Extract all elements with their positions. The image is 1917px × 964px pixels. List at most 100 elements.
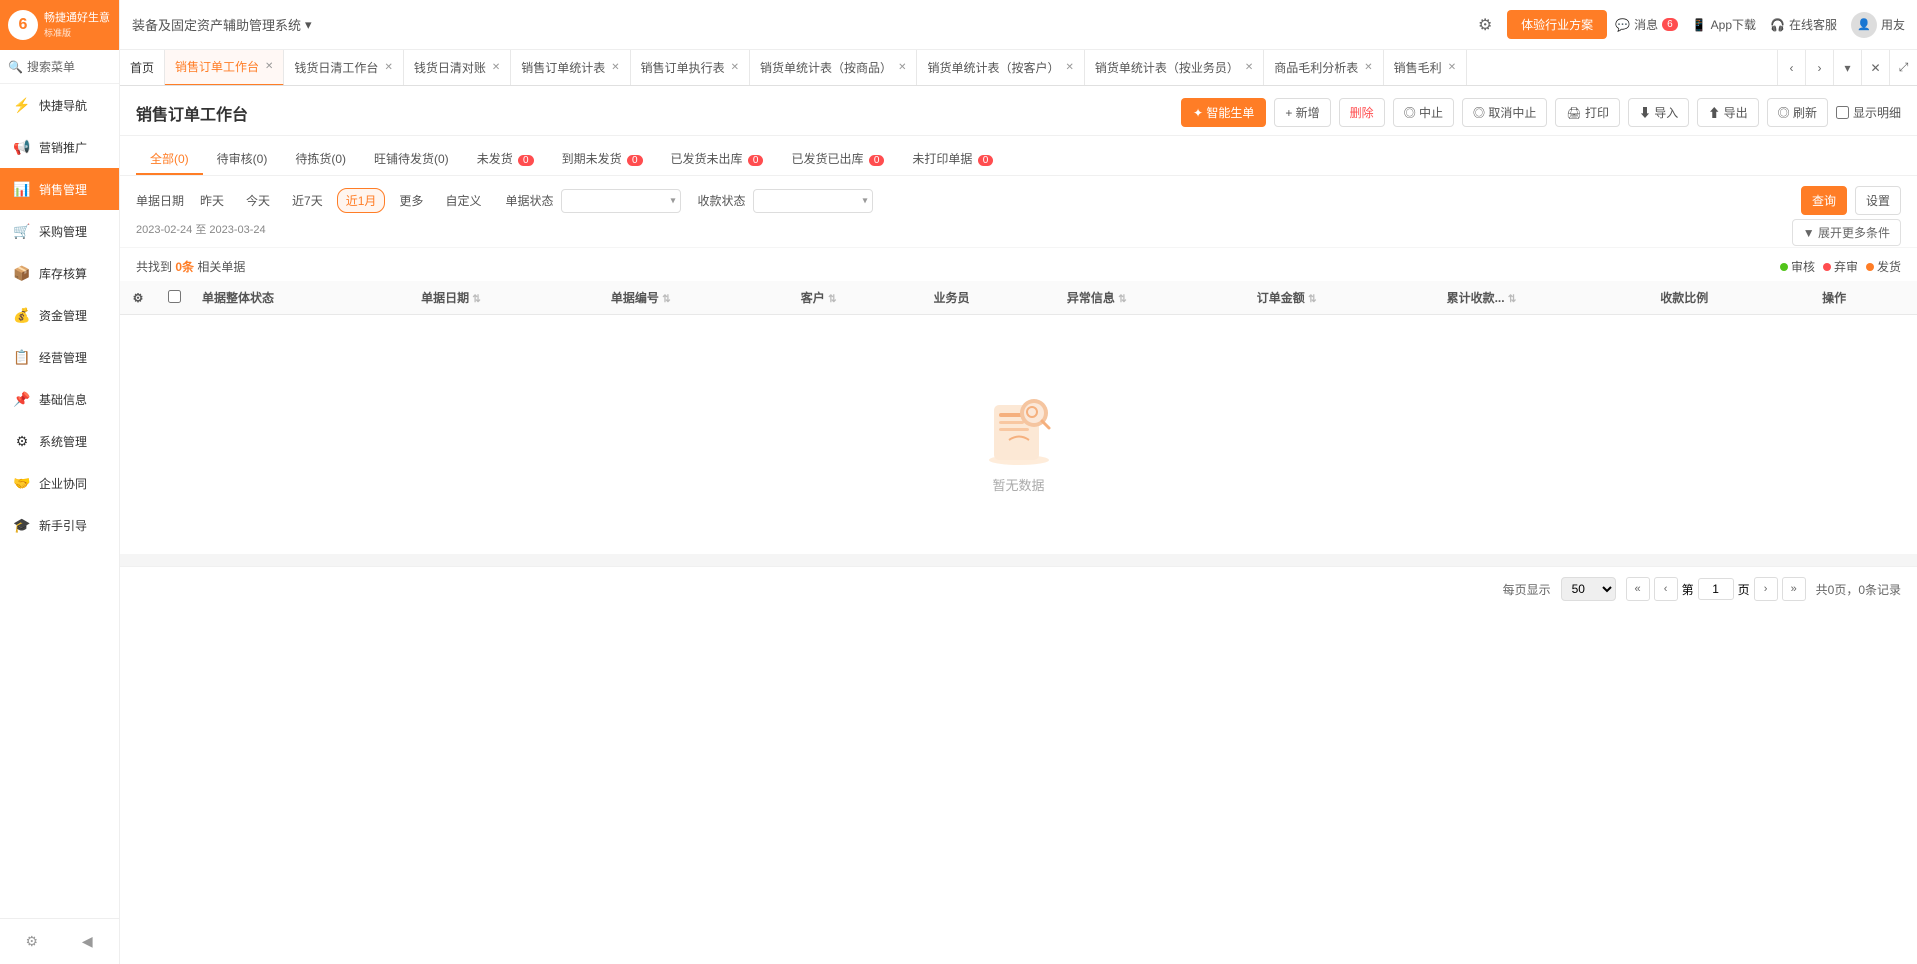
horizontal-scrollbar[interactable] xyxy=(120,554,1917,566)
sidebar-item-operation[interactable]: 📋 经营管理 xyxy=(0,336,119,378)
exception-sort-icon[interactable]: ⇅ xyxy=(1118,294,1126,305)
sidebar-item-basic-info[interactable]: 📌 基础信息 xyxy=(0,378,119,420)
sidebar-item-quicknav[interactable]: ⚡ 快捷导航 xyxy=(0,84,119,126)
sub-tab-pending-review[interactable]: 待审核(0) xyxy=(203,144,282,175)
amount-sort-icon[interactable]: ⇅ xyxy=(1308,294,1316,305)
cancel-stop-button[interactable]: ◎ 取消中止 xyxy=(1462,98,1547,127)
delete-button[interactable]: 删除 xyxy=(1339,98,1385,127)
page-size-select[interactable]: 50 20 100 xyxy=(1561,577,1616,601)
tab-gross-margin[interactable]: 商品毛利分析表 ✕ xyxy=(1264,50,1383,86)
message-button[interactable]: 💬 消息 6 xyxy=(1615,16,1678,33)
user-area[interactable]: 👤 用友 xyxy=(1851,12,1905,38)
filter-date-yesterday[interactable]: 昨天 xyxy=(192,189,232,212)
tab-maximize[interactable]: ⤢ xyxy=(1889,50,1917,86)
tab-gross-margin-close[interactable]: ✕ xyxy=(1364,62,1372,73)
show-detail-checkbox-label[interactable]: 显示明细 xyxy=(1836,104,1901,121)
tab-cash-daily-workbench-close[interactable]: ✕ xyxy=(384,62,392,73)
sidebar-item-newbie[interactable]: 🎓 新手引导 xyxy=(0,504,119,546)
sidebar-collapse-button[interactable]: ◀ xyxy=(64,927,112,956)
prev-page-button[interactable]: ‹ xyxy=(1654,577,1678,601)
sidebar-item-sales[interactable]: 📊 销售管理 xyxy=(0,168,119,210)
tab-cash-reconcile-close[interactable]: ✕ xyxy=(492,62,500,73)
sidebar-item-finance[interactable]: 💰 资金管理 xyxy=(0,294,119,336)
sub-tab-shop-pending-ship[interactable]: 旺铺待发货(0) xyxy=(360,144,463,175)
first-page-button[interactable]: « xyxy=(1626,577,1650,601)
page-label: 第 xyxy=(1682,581,1694,598)
stop-button[interactable]: ◎ 中止 xyxy=(1393,98,1454,127)
sidebar-item-enterprise[interactable]: 🤝 企业协同 xyxy=(0,462,119,504)
page-number-input[interactable] xyxy=(1698,578,1734,600)
tab-sales-stats-close[interactable]: ✕ xyxy=(611,62,619,73)
print-button[interactable]: 🖨 打印 xyxy=(1555,98,1620,127)
filter-date-1month[interactable]: 近1月 xyxy=(337,188,386,213)
system-title-dropdown[interactable]: 装备及固定资产辅助管理系统 ▾ xyxy=(132,15,312,34)
smart-generate-button[interactable]: ✦ 智能生单 xyxy=(1181,98,1266,127)
sub-tab-unshipped[interactable]: 未发货 0 xyxy=(463,144,548,175)
number-sort-icon[interactable]: ⇅ xyxy=(662,294,670,305)
date-sort-icon[interactable]: ⇅ xyxy=(472,294,480,305)
tab-more-menu[interactable]: ▾ xyxy=(1833,50,1861,86)
tab-sales-order-workbench[interactable]: 销售订单工作台 ✕ xyxy=(165,50,284,86)
tab-sales-salesman-close[interactable]: ✕ xyxy=(1245,62,1253,73)
topbar-settings-button[interactable]: ⚙ xyxy=(1471,11,1499,39)
tab-sales-profit-close[interactable]: ✕ xyxy=(1448,62,1456,73)
tab-sales-product-close[interactable]: ✕ xyxy=(898,62,906,73)
tab-cash-reconcile[interactable]: 钱货日清对账 ✕ xyxy=(404,50,511,86)
cancel-dot-icon xyxy=(1823,263,1831,271)
customer-sort-icon[interactable]: ⇅ xyxy=(828,294,836,305)
sub-tab-all[interactable]: 全部(0) xyxy=(136,144,203,175)
sidebar-item-system[interactable]: ⚙ 系统管理 xyxy=(0,420,119,462)
tab-close-all[interactable]: ✕ xyxy=(1861,50,1889,86)
sub-tab-pending-pick[interactable]: 待拣货(0) xyxy=(281,144,360,175)
sidebar-item-purchase[interactable]: 🛒 采购管理 xyxy=(0,210,119,252)
sub-tab-shipped-not-out[interactable]: 已发货未出库 0 xyxy=(657,144,778,175)
tab-sales-stats[interactable]: 销售订单统计表 ✕ xyxy=(511,50,630,86)
filter-date-7days[interactable]: 近7天 xyxy=(284,189,331,212)
ship-action-button[interactable]: 发货 xyxy=(1866,258,1901,275)
tab-sales-product[interactable]: 销货单统计表（按商品） ✕ xyxy=(750,50,917,86)
tab-sales-exec[interactable]: 销售订单执行表 ✕ xyxy=(631,50,750,86)
cancel-review-action-button[interactable]: 弃审 xyxy=(1823,258,1858,275)
sub-tab-overdue-unshipped[interactable]: 到期未发货 0 xyxy=(548,144,657,175)
sub-tab-shipped-out[interactable]: 已发货已出库 0 xyxy=(777,144,898,175)
tab-sales-customer-close[interactable]: ✕ xyxy=(1065,62,1073,73)
tab-sales-customer[interactable]: 销货单统计表（按客户） ✕ xyxy=(917,50,1084,86)
last-page-button[interactable]: » xyxy=(1782,577,1806,601)
sidebar-item-marketing[interactable]: 📢 营销推广 xyxy=(0,126,119,168)
import-button[interactable]: ⬇ 导入 xyxy=(1628,98,1689,127)
cumulative-sort-icon[interactable]: ⇅ xyxy=(1508,294,1516,305)
show-detail-checkbox[interactable] xyxy=(1836,106,1849,119)
filter-date-custom[interactable]: 自定义 xyxy=(437,189,489,212)
online-service-button[interactable]: 🎧 在线客服 xyxy=(1770,16,1837,33)
refresh-button[interactable]: ◎ 刷新 xyxy=(1767,98,1828,127)
tab-cash-daily-workbench[interactable]: 钱货日清工作台 ✕ xyxy=(284,50,403,86)
industry-btn[interactable]: 体验行业方案 xyxy=(1507,10,1607,39)
export-button[interactable]: ⬆ 导出 xyxy=(1697,98,1758,127)
next-page-button[interactable]: › xyxy=(1754,577,1778,601)
tab-home[interactable]: 首页 xyxy=(120,50,165,86)
sidebar-settings-button[interactable]: ⚙ xyxy=(8,927,56,956)
filter-payment-select[interactable] xyxy=(753,189,873,213)
sidebar-item-search[interactable]: 🔍 搜索菜单 xyxy=(0,50,119,84)
app-download-button[interactable]: 📱 App下载 xyxy=(1692,16,1756,33)
gear-icon[interactable]: ⚙ xyxy=(133,291,144,305)
filter-date-more[interactable]: 更多 xyxy=(391,189,431,212)
filter-date-today[interactable]: 今天 xyxy=(238,189,278,212)
select-all-checkbox[interactable] xyxy=(168,290,181,303)
filter-bar: 单据日期 昨天 今天 近7天 近1月 更多 自定义 单据状态 xyxy=(120,176,1917,248)
expand-filter-button[interactable]: ▼ 展开更多条件 xyxy=(1792,219,1901,246)
tab-sales-salesman[interactable]: 销货单统计表（按业务员） ✕ xyxy=(1085,50,1264,86)
tab-scroll-left[interactable]: ‹ xyxy=(1777,50,1805,86)
review-action-button[interactable]: 审核 xyxy=(1780,258,1815,275)
sub-tab-unprinted[interactable]: 未打印单据 0 xyxy=(898,144,1007,175)
query-button[interactable]: 查询 xyxy=(1801,186,1847,215)
system-icon: ⚙ xyxy=(13,432,31,450)
tab-sales-order-workbench-close[interactable]: ✕ xyxy=(265,61,273,72)
tab-sales-exec-close[interactable]: ✕ xyxy=(731,62,739,73)
sidebar-item-inventory[interactable]: 📦 库存核算 xyxy=(0,252,119,294)
filter-status-select[interactable] xyxy=(561,189,681,213)
settings-filter-button[interactable]: 设置 xyxy=(1855,186,1901,215)
tab-sales-profit[interactable]: 销售毛利 ✕ xyxy=(1384,50,1467,86)
add-button[interactable]: + 新增 xyxy=(1274,98,1330,127)
tab-scroll-right[interactable]: › xyxy=(1805,50,1833,86)
